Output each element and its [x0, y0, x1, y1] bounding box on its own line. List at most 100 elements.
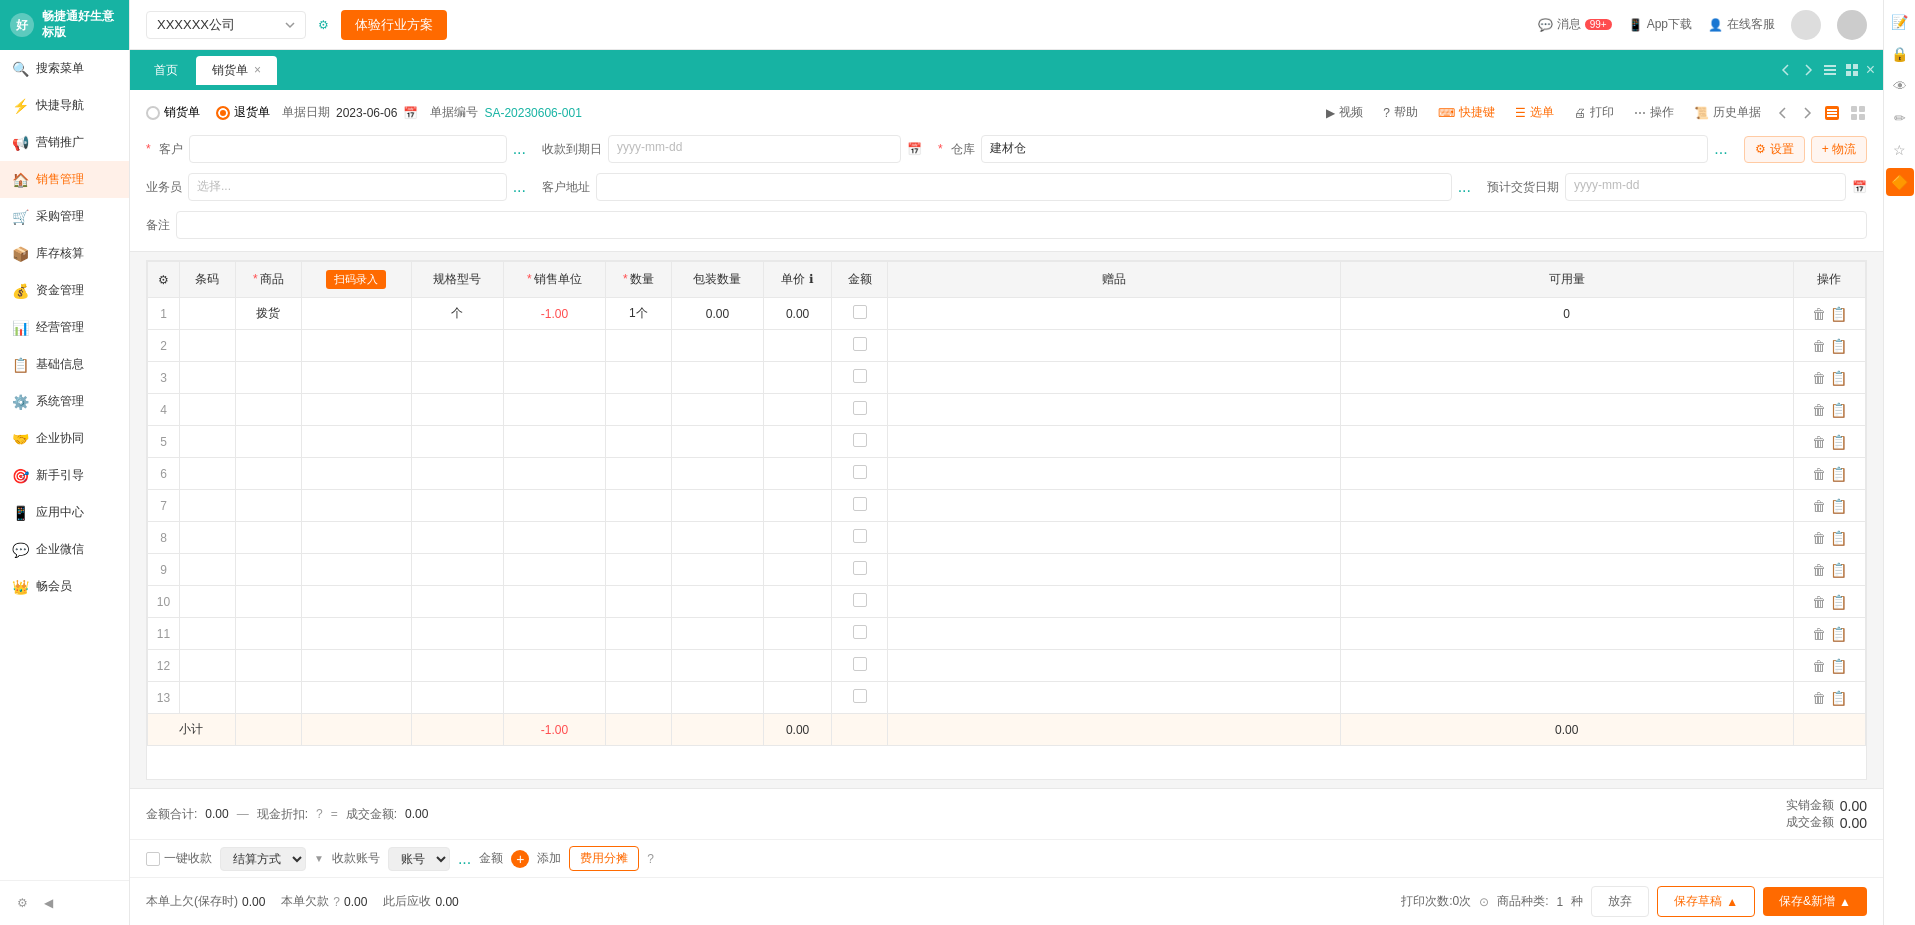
row-unit-price-3[interactable] [671, 362, 763, 394]
one-click-pay-checkbox[interactable]: 一键收款 [146, 850, 212, 867]
right-edit-icon[interactable]: ✏ [1886, 104, 1914, 132]
select-btn[interactable]: ☰ 选单 [1509, 102, 1560, 123]
row-unit-5[interactable] [411, 426, 503, 458]
row-gift-3[interactable] [832, 362, 888, 394]
customer-address-input[interactable] [596, 173, 1452, 201]
row-unit-price-4[interactable] [671, 394, 763, 426]
copy-icon-6[interactable]: 📋 [1830, 466, 1847, 482]
tab-sales-order[interactable]: 销货单 × [196, 56, 277, 85]
date-calendar-icon[interactable]: 📅 [403, 106, 418, 120]
row-barcode-6[interactable] [180, 458, 236, 490]
row-spec-12[interactable] [301, 650, 411, 682]
save-draft-arrow-icon[interactable]: ▲ [1726, 895, 1738, 909]
row-gift-6[interactable] [832, 458, 888, 490]
copy-icon-9[interactable]: 📋 [1830, 562, 1847, 578]
avatar[interactable] [1791, 10, 1821, 40]
row-gift-8[interactable] [832, 522, 888, 554]
row-qty-7[interactable] [503, 490, 605, 522]
row-spec-5[interactable] [301, 426, 411, 458]
payment-due-input[interactable]: yyyy-mm-dd [608, 135, 901, 163]
row-qty-2[interactable] [503, 330, 605, 362]
right-note-icon[interactable]: 📝 [1886, 8, 1914, 36]
row-gift-12[interactable] [832, 650, 888, 682]
row-qty-10[interactable] [503, 586, 605, 618]
copy-icon-5[interactable]: 📋 [1830, 434, 1847, 450]
row-barcode-8[interactable] [180, 522, 236, 554]
logistics-button[interactable]: + 物流 [1811, 136, 1867, 163]
tab-list-icon[interactable] [1822, 62, 1838, 78]
address-more-icon[interactable]: ... [1458, 178, 1471, 196]
row-amount-10[interactable] [763, 586, 831, 618]
row-product-13[interactable] [235, 682, 301, 714]
right-lock-icon[interactable]: 🔒 [1886, 40, 1914, 68]
copy-icon-2[interactable]: 📋 [1830, 338, 1847, 354]
row-spec-13[interactable] [301, 682, 411, 714]
sidebar-item-finance[interactable]: 💰 资金管理 [0, 272, 129, 309]
copy-icon-10[interactable]: 📋 [1830, 594, 1847, 610]
row-unit-price-7[interactable] [671, 490, 763, 522]
row-spec-8[interactable] [301, 522, 411, 554]
row-product-7[interactable] [235, 490, 301, 522]
row-amount-1[interactable]: 0.00 [763, 298, 831, 330]
expense-split-button[interactable]: 费用分摊 [569, 846, 639, 871]
abandon-button[interactable]: 放弃 [1591, 886, 1649, 917]
account-select[interactable]: 账号 [388, 847, 450, 871]
row-product-9[interactable] [235, 554, 301, 586]
sidebar-item-appstore[interactable]: 📱 应用中心 [0, 494, 129, 531]
row-qty-11[interactable] [503, 618, 605, 650]
company-settings-icon[interactable]: ⚙ [318, 18, 329, 32]
copy-icon-11[interactable]: 📋 [1830, 626, 1847, 642]
settings-button[interactable]: ⚙ 设置 [1744, 136, 1805, 163]
history-btn[interactable]: 📜 历史单据 [1688, 102, 1767, 123]
app-download-button[interactable]: 📱 App下载 [1628, 16, 1692, 33]
row-gift-2[interactable] [832, 330, 888, 362]
row-unit-1[interactable]: 个 [411, 298, 503, 330]
row-unit-price-13[interactable] [671, 682, 763, 714]
row-spec-10[interactable] [301, 586, 411, 618]
row-barcode-4[interactable] [180, 394, 236, 426]
row-unit-7[interactable] [411, 490, 503, 522]
row-spec-11[interactable] [301, 618, 411, 650]
row-pack-qty-13[interactable] [606, 682, 672, 714]
row-barcode-7[interactable] [180, 490, 236, 522]
row-pack-qty-4[interactable] [606, 394, 672, 426]
online-service-button[interactable]: 👤 在线客服 [1708, 16, 1775, 33]
salesperson-more-icon[interactable]: ... [513, 178, 526, 196]
salesperson-input[interactable]: 选择... [188, 173, 507, 201]
row-spec-4[interactable] [301, 394, 411, 426]
tab-nav-prev-icon[interactable] [1778, 62, 1794, 78]
row-gift-13[interactable] [832, 682, 888, 714]
table-settings-icon[interactable]: ⚙ [158, 273, 169, 287]
sidebar-item-system[interactable]: ⚙️ 系统管理 [0, 383, 129, 420]
delete-icon-7[interactable]: 🗑 [1812, 498, 1826, 514]
row-barcode-2[interactable] [180, 330, 236, 362]
sidebar-item-basic[interactable]: 📋 基础信息 [0, 346, 129, 383]
th-scan[interactable]: 扫码录入 [301, 262, 411, 298]
row-barcode-13[interactable] [180, 682, 236, 714]
row-unit-8[interactable] [411, 522, 503, 554]
delete-icon-4[interactable]: 🗑 [1812, 402, 1826, 418]
row-amount-2[interactable] [763, 330, 831, 362]
row-amount-12[interactable] [763, 650, 831, 682]
row-qty-3[interactable] [503, 362, 605, 394]
add-payment-button[interactable]: + [511, 850, 529, 868]
copy-icon-4[interactable]: 📋 [1830, 402, 1847, 418]
print-btn[interactable]: 🖨 打印 [1568, 102, 1620, 123]
row-product-1[interactable]: 拨货 [235, 298, 301, 330]
row-amount-8[interactable] [763, 522, 831, 554]
row-pack-qty-10[interactable] [606, 586, 672, 618]
warehouse-more-icon[interactable]: ... [1714, 140, 1727, 158]
view-list-icon[interactable] [1823, 104, 1841, 122]
row-unit-11[interactable] [411, 618, 503, 650]
row-amount-9[interactable] [763, 554, 831, 586]
settings-bottom-icon[interactable]: ⚙ [12, 893, 32, 913]
row-product-3[interactable] [235, 362, 301, 394]
company-selector[interactable]: XXXXXX公司 [146, 11, 306, 39]
row-barcode-10[interactable] [180, 586, 236, 618]
copy-icon-7[interactable]: 📋 [1830, 498, 1847, 514]
delete-icon-2[interactable]: 🗑 [1812, 338, 1826, 354]
sidebar-item-quick-nav[interactable]: ⚡ 快捷导航 [0, 87, 129, 124]
row-qty-4[interactable] [503, 394, 605, 426]
row-unit-price-11[interactable] [671, 618, 763, 650]
row-unit-price-5[interactable] [671, 426, 763, 458]
